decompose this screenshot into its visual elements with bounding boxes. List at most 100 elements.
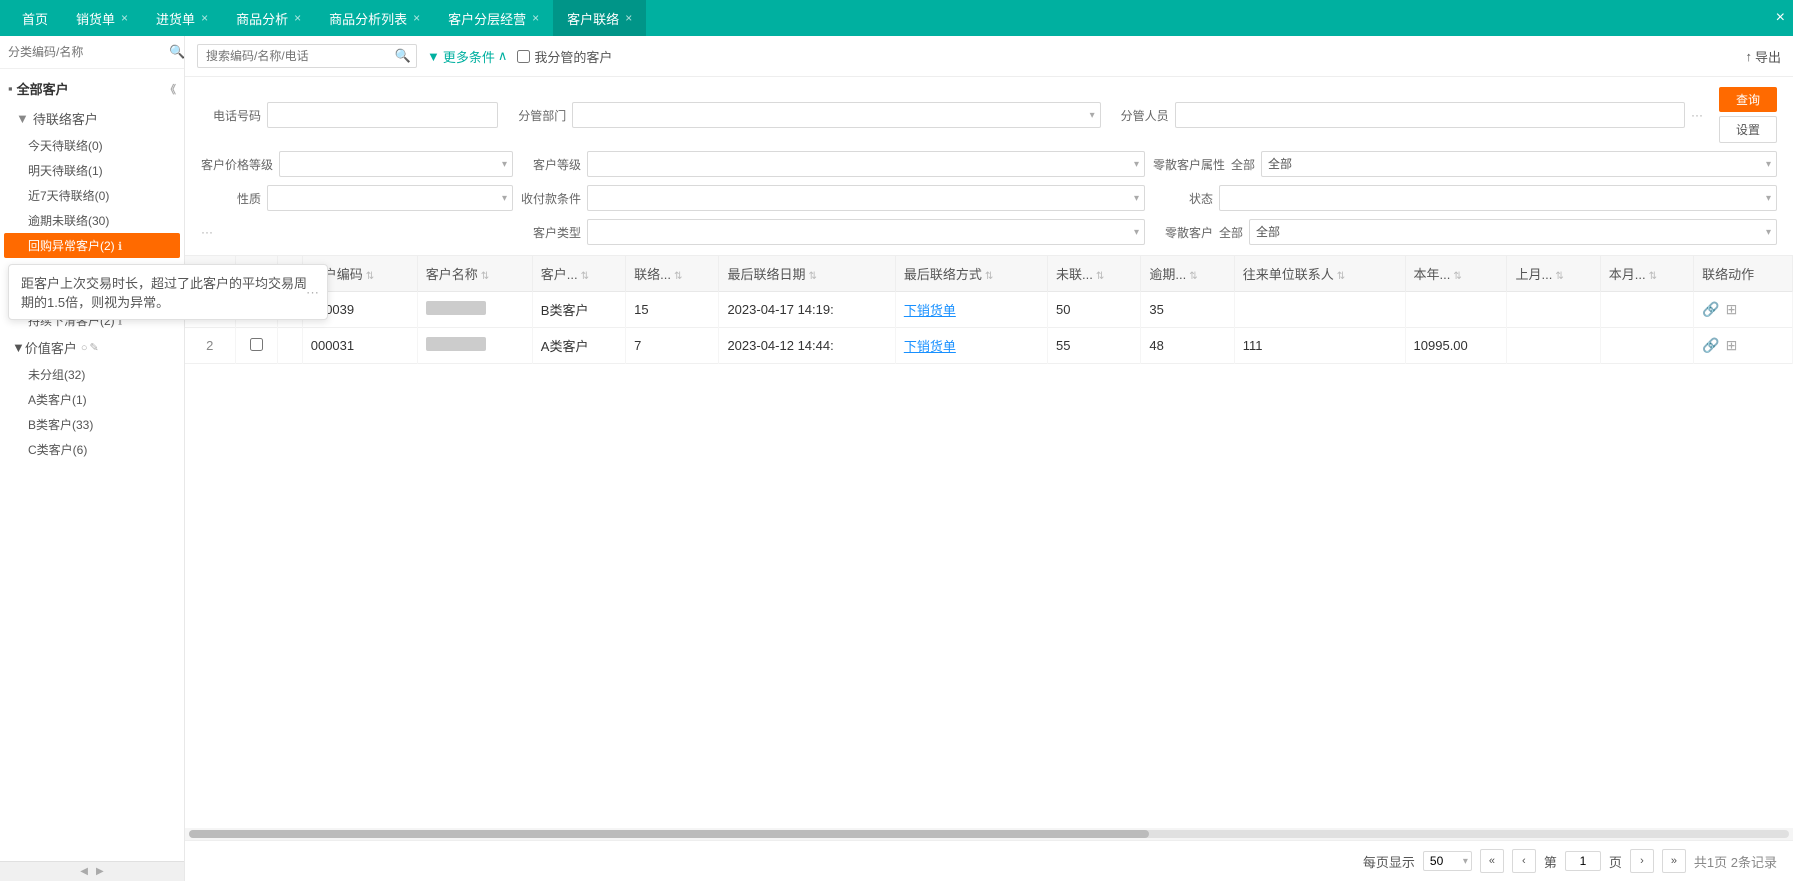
retail-attr-select[interactable]: 全部: [1261, 151, 1777, 177]
retail-customer-select[interactable]: 全部: [1249, 219, 1777, 245]
nav-sales-close[interactable]: ×: [121, 11, 128, 25]
nav-customer-contact[interactable]: 客户联络 ×: [553, 0, 646, 36]
row1-grid-icon[interactable]: ⊞: [1726, 301, 1738, 318]
sidebar-item-tomorrow[interactable]: 明天待联络(1): [0, 158, 184, 183]
edit-icon2[interactable]: ✎: [90, 341, 99, 354]
right-arrow-icon[interactable]: ▶: [96, 866, 104, 877]
table-col-not-contact[interactable]: 未联...⇅: [1048, 256, 1141, 292]
sidebar-group-value-customers[interactable]: ▼ 价值客户 ○ ✎: [0, 333, 184, 362]
table-col-type[interactable]: 客户...⇅: [532, 256, 625, 292]
row1-link-icon[interactable]: 🔗: [1702, 301, 1719, 318]
filter-payment: 收付款条件 ▾: [521, 185, 1145, 211]
nav-home[interactable]: 首页: [8, 0, 62, 36]
phone-input[interactable]: [267, 102, 498, 128]
row2-last-way: 下销货单: [895, 328, 1047, 364]
row2-grid-icon[interactable]: ⊞: [1726, 337, 1738, 354]
nav-customer-segment-label: 客户分层经营: [448, 9, 526, 28]
table-col-last-month[interactable]: 上月...⇅: [1507, 256, 1600, 292]
search-input[interactable]: [197, 44, 417, 68]
next-page-button[interactable]: ›: [1630, 849, 1654, 873]
nav-purchase-order[interactable]: 进货单 ×: [142, 0, 222, 36]
customer-type-select[interactable]: [587, 219, 1145, 245]
dept-select[interactable]: [572, 102, 1100, 128]
window-close-button[interactable]: ×: [1776, 9, 1785, 27]
table-col-last-way[interactable]: 最后联络方式⇅: [895, 256, 1047, 292]
filter-person: 分管人员 ···: [1109, 102, 1703, 128]
table-col-this-year[interactable]: 本年...⇅: [1405, 256, 1507, 292]
filter-retail-customer: 零散客户 全部 全部 ▾: [1153, 219, 1777, 245]
gender-select[interactable]: [267, 185, 513, 211]
nav-product-analysis[interactable]: 商品分析 ×: [222, 0, 315, 36]
payment-select[interactable]: [587, 185, 1145, 211]
sidebar-search-icon[interactable]: 🔍: [169, 44, 185, 60]
last-page-button[interactable]: »: [1662, 849, 1686, 873]
left-sidebar: 🔍 ▪ 全部客户 《 ▼ 待联络客户 今天待联络(0) 明天待联络(1) 近7天…: [0, 36, 185, 881]
page-number-input[interactable]: [1565, 851, 1601, 871]
nav-customer-segment[interactable]: 客户分层经营 ×: [434, 0, 553, 36]
sidebar-item-a-class[interactable]: A类客户(1): [0, 387, 184, 412]
sidebar-all-customers[interactable]: ▪ 全部客户 《: [0, 73, 184, 104]
my-customers-checkbox[interactable]: [517, 50, 530, 63]
table-scroll[interactable]: ⚙ 客户编码⇅ 客户名称⇅ 客户...⇅ 联络...⇅ 最后联络日期⇅ 最后联络…: [185, 256, 1793, 828]
row1-last-way-link[interactable]: 下销货单: [904, 303, 956, 318]
prev-page-button[interactable]: ‹: [1512, 849, 1536, 873]
row2-overdue: 48: [1141, 328, 1234, 364]
query-button[interactable]: 查询: [1719, 87, 1777, 112]
page-size-select[interactable]: 20 50 100: [1423, 851, 1472, 871]
sidebar-item-today[interactable]: 今天待联络(0): [0, 133, 184, 158]
horizontal-scrollbar[interactable]: [185, 828, 1793, 840]
customer-level-select[interactable]: [587, 151, 1145, 177]
edit-icon[interactable]: ○: [81, 342, 88, 354]
nav-product-analysis-close[interactable]: ×: [294, 11, 301, 25]
table-col-overdue[interactable]: 逾期...⇅: [1141, 256, 1234, 292]
retail-attr-value: 全部: [1231, 156, 1255, 173]
nav-product-analysis-list-close[interactable]: ×: [413, 11, 420, 25]
sidebar-item-7days[interactable]: 近7天待联络(0): [0, 183, 184, 208]
row4-dots[interactable]: ···: [201, 225, 213, 239]
customer-level-wrap: ▾: [587, 151, 1145, 177]
search-wrap: 🔍: [197, 44, 417, 68]
nav-product-analysis-list[interactable]: 商品分析列表 ×: [315, 0, 434, 36]
row2-contact: 7: [626, 328, 719, 364]
scrollbar-thumb[interactable]: [189, 830, 1149, 838]
nav-sales-order[interactable]: 销货单 ×: [62, 0, 142, 36]
sidebar-search-input[interactable]: [8, 45, 163, 59]
filter-phone: 电话号码: [201, 102, 498, 128]
sidebar-group-pending[interactable]: ▼ 待联络客户: [0, 104, 184, 133]
filter-row-3: 性质 ▾ 收付款条件 ▾ 状态: [201, 185, 1777, 211]
person-dots-button[interactable]: ···: [1691, 108, 1703, 122]
sidebar-item-c-class[interactable]: C类客户(6): [0, 437, 184, 462]
person-input[interactable]: [1175, 102, 1685, 128]
sidebar-item-overdue[interactable]: 逾期未联络(30): [0, 208, 184, 233]
sidebar-item-ungroup[interactable]: 未分组(32): [0, 362, 184, 387]
setup-button[interactable]: 设置: [1719, 116, 1777, 143]
my-customers-checkbox-label[interactable]: 我分管的客户: [517, 47, 612, 66]
table-col-this-month[interactable]: 本月...⇅: [1600, 256, 1693, 292]
export-button[interactable]: ↑ 导出: [1745, 47, 1781, 66]
sidebar-item-b-class[interactable]: B类客户(33): [0, 412, 184, 437]
left-arrow-icon[interactable]: ◀: [80, 866, 88, 877]
nav-customer-segment-close[interactable]: ×: [532, 11, 539, 25]
tooltip-dots[interactable]: ···: [306, 285, 319, 300]
row1-last-date: 2023-04-17 14:19:: [719, 292, 895, 328]
row2-link-icon[interactable]: 🔗: [1702, 337, 1719, 354]
table-row: 1 000039 B类客户 15 2023-04-17 14:19: 下销货单 …: [185, 292, 1793, 328]
table-col-company-contact[interactable]: 往来单位联系人⇅: [1234, 256, 1405, 292]
row2-last-way-link[interactable]: 下销货单: [904, 339, 956, 354]
table-col-name[interactable]: 客户名称⇅: [417, 256, 532, 292]
filter-search-icon[interactable]: 🔍: [395, 48, 411, 64]
nav-purchase-close[interactable]: ×: [201, 11, 208, 25]
row2-last-month: [1507, 328, 1600, 364]
more-conditions-button[interactable]: ▼ 更多条件 ∧: [427, 47, 507, 66]
page-label: 第: [1544, 852, 1557, 871]
status-select[interactable]: [1219, 185, 1777, 211]
collapse-button[interactable]: 《: [165, 81, 176, 97]
table-col-last-date[interactable]: 最后联络日期⇅: [719, 256, 895, 292]
table-col-contact[interactable]: 联络...⇅: [626, 256, 719, 292]
nav-customer-contact-close[interactable]: ×: [625, 11, 632, 25]
first-page-button[interactable]: «: [1480, 849, 1504, 873]
sidebar-item-repurchase-abnormal[interactable]: 回购异常客户(2) ℹ: [4, 233, 180, 258]
row2-checkbox[interactable]: [250, 338, 263, 351]
price-level-select[interactable]: [279, 151, 513, 177]
row1-this-month: [1600, 292, 1693, 328]
